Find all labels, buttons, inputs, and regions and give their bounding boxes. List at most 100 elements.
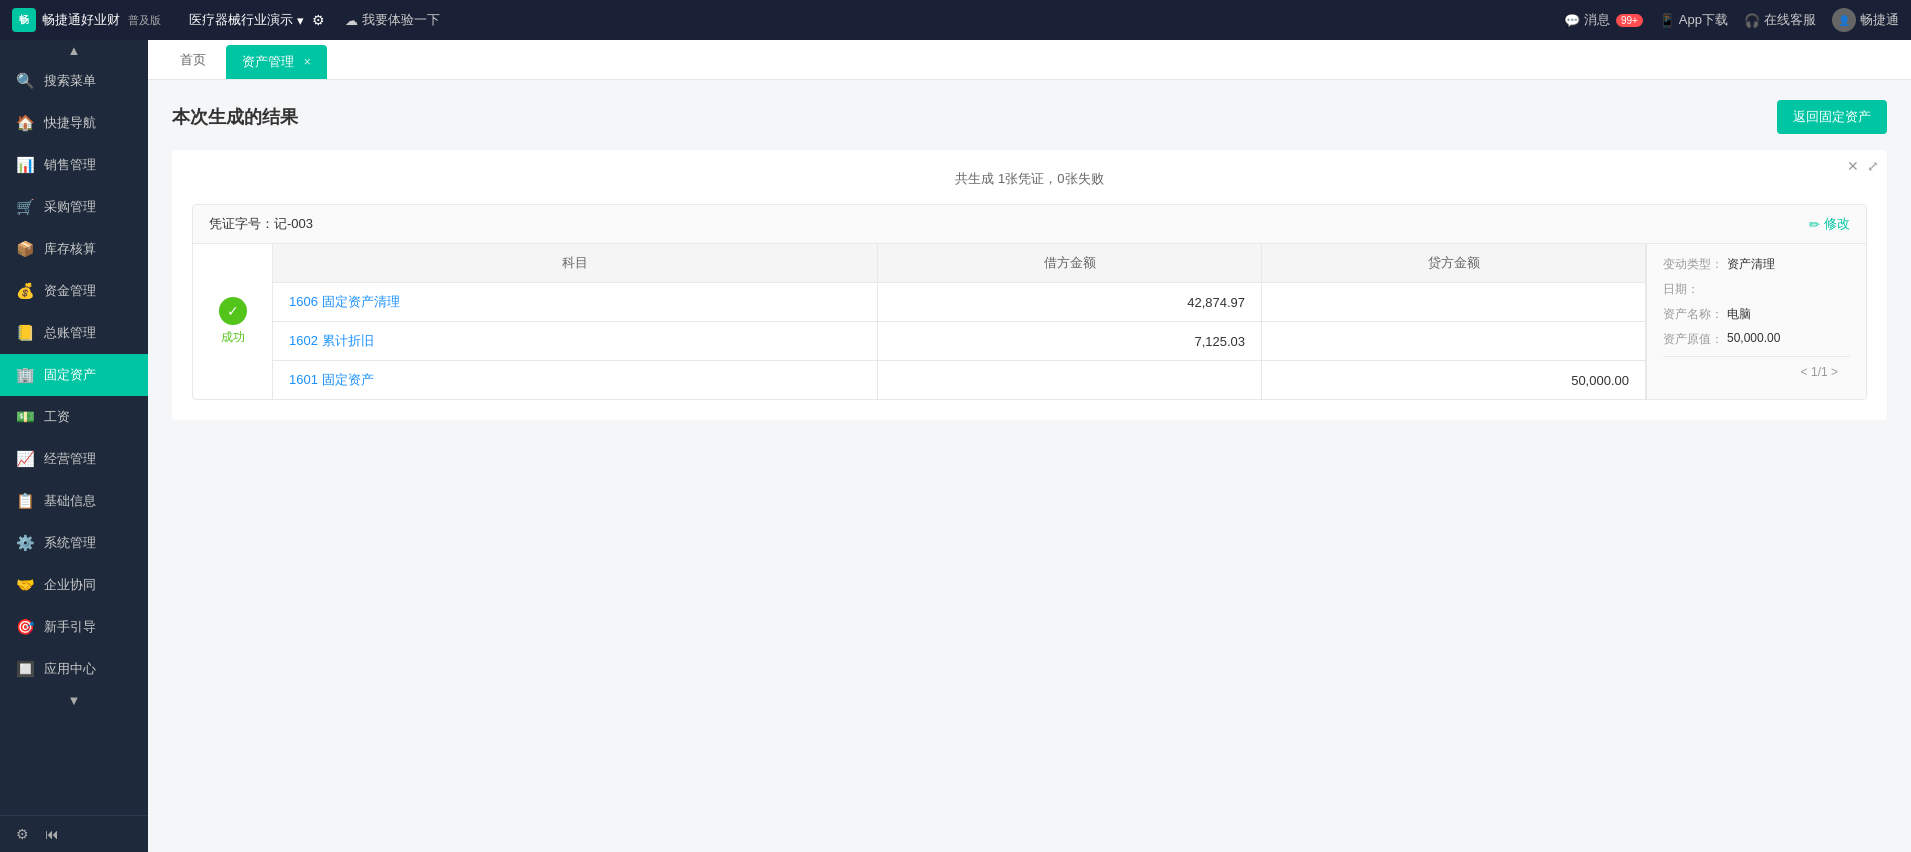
sidebar-label-general-ledger: 总账管理 — [44, 324, 96, 342]
voucher-main: ✓ 成功 科目 借方金额 贷方 — [193, 244, 1646, 399]
sidebar: ▲ 🔍 搜索菜单 🏠 快捷导航 📊 销售管理 🛒 采购管理 📦 库存核算 💰 资… — [0, 40, 148, 852]
header-left: 畅 畅捷通好业财 普及版 医疗器械行业演示 ▾ ⚙ ☁ 我要体验一下 — [12, 8, 440, 32]
edit-button[interactable]: ✏ 修改 — [1809, 215, 1850, 233]
sidebar-label-sales: 销售管理 — [44, 156, 96, 174]
sidebar-item-general-ledger[interactable]: 📒 总账管理 — [0, 312, 148, 354]
return-button[interactable]: 返回固定资产 — [1777, 100, 1887, 134]
sidebar-label-finance: 资金管理 — [44, 282, 96, 300]
system-icon: ⚙️ — [16, 534, 34, 552]
page-content: 本次生成的结果 返回固定资产 ✕ ⤢ 共生成 1张凭证，0张失败 凭证字号：记-… — [148, 80, 1911, 852]
fixed-assets-icon: 🏢 — [16, 366, 34, 384]
original-value-label: 资产原值： — [1663, 331, 1723, 348]
row3-debit — [878, 361, 1262, 400]
settings-footer-icon[interactable]: ⚙ — [16, 826, 29, 842]
sidebar-label-inventory: 库存核算 — [44, 240, 96, 258]
tab-home[interactable]: 首页 — [164, 43, 222, 79]
sidebar-label-search: 搜索菜单 — [44, 72, 96, 90]
result-summary: 共生成 1张凭证，0张失败 — [192, 170, 1867, 188]
company-name: 医疗器械行业演示 — [189, 11, 293, 29]
close-panel-button[interactable]: ✕ — [1847, 158, 1859, 174]
message-icon: 💬 — [1564, 13, 1580, 28]
voucher-body: ✓ 成功 科目 借方金额 贷方 — [193, 244, 1866, 399]
sidebar-scroll-down[interactable]: ▼ — [0, 690, 148, 710]
sidebar-item-cooperation[interactable]: 🤝 企业协同 — [0, 564, 148, 606]
sidebar-label-app-center: 应用中心 — [44, 660, 96, 678]
row2-credit — [1262, 322, 1646, 361]
sidebar-label-quick-nav: 快捷导航 — [44, 114, 96, 132]
app-download-item[interactable]: 📱 App下载 — [1659, 11, 1728, 29]
sidebar-item-search[interactable]: 🔍 搜索菜单 — [0, 60, 148, 102]
col-credit: 贷方金额 — [1262, 244, 1646, 283]
message-label: 消息 — [1584, 11, 1610, 29]
sidebar-item-system[interactable]: ⚙️ 系统管理 — [0, 522, 148, 564]
sidebar-item-fixed-assets[interactable]: 🏢 固定资产 — [0, 354, 148, 396]
next-page-icon[interactable]: > — [1831, 365, 1838, 379]
page-header: 本次生成的结果 返回固定资产 — [172, 100, 1887, 134]
tab-assets[interactable]: 资产管理 × — [226, 45, 327, 79]
row1-subject: 1606 固定资产清理 — [273, 283, 878, 322]
tab-home-label: 首页 — [180, 52, 206, 67]
success-label: 成功 — [221, 329, 245, 346]
sidebar-item-business[interactable]: 📈 经营管理 — [0, 438, 148, 480]
sidebar-item-finance[interactable]: 💰 资金管理 — [0, 270, 148, 312]
voucher-table-area: 科目 借方金额 贷方金额 1606 固定资产清理 42,874. — [273, 244, 1646, 399]
success-icon: ✓ — [219, 297, 247, 325]
detail-change-type: 变动类型： 资产清理 — [1663, 256, 1850, 273]
header-right: 💬 消息 99+ 📱 App下载 🎧 在线客服 👤 畅捷通 — [1564, 8, 1899, 32]
expand-panel-button[interactable]: ⤢ — [1867, 158, 1879, 174]
business-icon: 📈 — [16, 450, 34, 468]
user-item[interactable]: 👤 畅捷通 — [1832, 8, 1899, 32]
experience-button[interactable]: ☁ 我要体验一下 — [345, 11, 440, 29]
change-type-value: 资产清理 — [1727, 256, 1775, 273]
company-selector[interactable]: 医疗器械行业演示 ▾ ⚙ — [189, 11, 325, 29]
result-panel: ✕ ⤢ 共生成 1张凭证，0张失败 凭证字号：记-003 ✏ 修改 — [172, 150, 1887, 420]
app-download-label: App下载 — [1679, 11, 1728, 29]
top-header: 畅 畅捷通好业财 普及版 医疗器械行业演示 ▾ ⚙ ☁ 我要体验一下 💬 消息 … — [0, 0, 1911, 40]
panel-controls: ✕ ⤢ — [1847, 158, 1879, 174]
online-service-item[interactable]: 🎧 在线客服 — [1744, 11, 1816, 29]
sidebar-scroll-up[interactable]: ▲ — [0, 40, 148, 60]
success-column: ✓ 成功 — [193, 244, 273, 399]
col-subject: 科目 — [273, 244, 878, 283]
collapse-icon[interactable]: ⏮ — [45, 826, 59, 842]
sales-icon: 📊 — [16, 156, 34, 174]
sidebar-item-guide[interactable]: 🎯 新手引导 — [0, 606, 148, 648]
prev-page-icon[interactable]: < — [1801, 365, 1808, 379]
row2-debit: 7,125.03 — [878, 322, 1262, 361]
user-name: 畅捷通 — [1860, 11, 1899, 29]
headset-icon: 🎧 — [1744, 13, 1760, 28]
settings-icon[interactable]: ⚙ — [312, 12, 325, 28]
tab-close-icon[interactable]: × — [304, 55, 311, 69]
sidebar-item-basic-info[interactable]: 📋 基础信息 — [0, 480, 148, 522]
cloud-icon: ☁ — [345, 13, 358, 28]
original-value-value: 50,000.00 — [1727, 331, 1780, 345]
change-type-label: 变动类型： — [1663, 256, 1723, 273]
detail-original-value: 资产原值： 50,000.00 — [1663, 331, 1850, 348]
finance-icon: 💰 — [16, 282, 34, 300]
voucher-table: 科目 借方金额 贷方金额 1606 固定资产清理 42,874. — [273, 244, 1646, 399]
experience-label: 我要体验一下 — [362, 11, 440, 29]
voucher-no: 凭证字号：记-003 — [209, 215, 313, 233]
message-item[interactable]: 💬 消息 99+ — [1564, 11, 1643, 29]
sidebar-item-purchase[interactable]: 🛒 采购管理 — [0, 186, 148, 228]
asset-name-label: 资产名称： — [1663, 306, 1723, 323]
sidebar-label-salary: 工资 — [44, 408, 70, 426]
sidebar-item-inventory[interactable]: 📦 库存核算 — [0, 228, 148, 270]
table-row: 1602 累计折旧 7,125.03 — [273, 322, 1646, 361]
avatar: 👤 — [1832, 8, 1856, 32]
tab-assets-label: 资产管理 — [242, 54, 294, 69]
sidebar-item-sales[interactable]: 📊 销售管理 — [0, 144, 148, 186]
sidebar-item-salary[interactable]: 💵 工资 — [0, 396, 148, 438]
voucher-detail-panel: 变动类型： 资产清理 日期： 资产名称： 电脑 — [1646, 244, 1866, 399]
sidebar-item-app-center[interactable]: 🔲 应用中心 — [0, 648, 148, 690]
logo-area: 畅 畅捷通好业财 — [12, 8, 120, 32]
row1-credit — [1262, 283, 1646, 322]
logo-icon: 畅 — [12, 8, 36, 32]
basic-info-icon: 📋 — [16, 492, 34, 510]
col-debit: 借方金额 — [878, 244, 1262, 283]
edit-icon: ✏ — [1809, 217, 1820, 232]
content-area: 首页 资产管理 × 本次生成的结果 返回固定资产 ✕ ⤢ 共生成 1张凭证，0张… — [148, 40, 1911, 852]
app-center-icon: 🔲 — [16, 660, 34, 678]
date-label: 日期： — [1663, 281, 1699, 298]
sidebar-item-quick-nav[interactable]: 🏠 快捷导航 — [0, 102, 148, 144]
